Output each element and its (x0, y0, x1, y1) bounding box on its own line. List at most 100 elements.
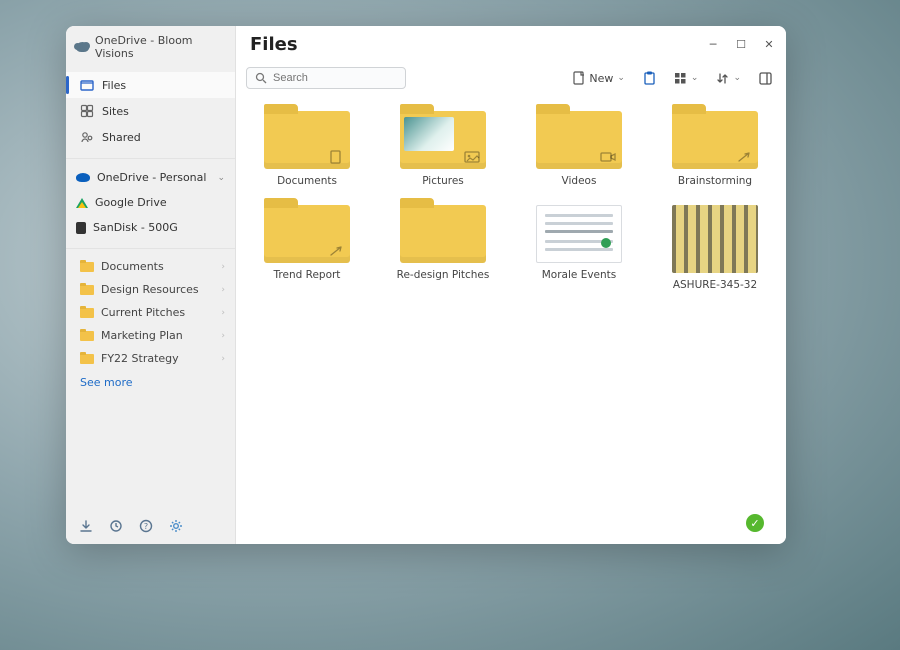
item-label: ASHURE-345-32 (673, 279, 757, 291)
item-trend-report[interactable]: Trend Report (246, 205, 368, 291)
content-pane: Files ─ ☐ ✕ New ⌄ (236, 26, 786, 544)
shared-icon (80, 130, 94, 144)
sidebar-footer: ? (66, 508, 235, 544)
settings-icon[interactable] (168, 518, 184, 534)
qf-design-resources[interactable]: Design Resources› (66, 278, 235, 301)
nav-files[interactable]: Files (66, 72, 235, 98)
svg-text:?: ? (144, 522, 148, 531)
maximize-button[interactable]: ☐ (734, 38, 748, 51)
nav-shared[interactable]: Shared (66, 124, 235, 150)
folder-icon (80, 308, 94, 318)
chevron-down-icon: ⌄ (617, 73, 625, 83)
folder-label: Design Resources (101, 283, 199, 296)
item-pictures[interactable]: Pictures (382, 111, 504, 187)
view-button[interactable]: ⌄ (670, 69, 703, 88)
folder-label: Current Pitches (101, 306, 185, 319)
account-label: SanDisk - 500G (93, 221, 178, 234)
item-morale-events[interactable]: Morale Events (518, 205, 640, 291)
folder-icon (80, 331, 94, 341)
chevron-right-icon: › (221, 308, 225, 318)
chevron-down-icon: ⌄ (733, 73, 741, 83)
minimize-button[interactable]: ─ (706, 38, 720, 51)
item-label: Pictures (422, 175, 464, 187)
account-label: OneDrive - Personal (97, 171, 206, 184)
qf-marketing-plan[interactable]: Marketing Plan › (66, 324, 235, 347)
titlebar: Files ─ ☐ ✕ (236, 26, 786, 63)
folder-label: Marketing Plan (101, 329, 183, 342)
image-thumbnail (672, 205, 758, 273)
doc-overlay-icon (328, 150, 344, 164)
toolbar-actions: New ⌄ ⌄ ⌄ (569, 68, 776, 88)
see-more-link[interactable]: See more (66, 370, 235, 395)
search-input[interactable] (273, 72, 415, 84)
sort-icon (716, 72, 729, 85)
chevron-down-icon: ⌄ (217, 173, 225, 183)
download-icon[interactable] (78, 518, 94, 534)
search-icon (255, 72, 267, 84)
chevron-right-icon: › (221, 331, 225, 341)
item-redesign-pitches[interactable]: Re-design Pitches (382, 205, 504, 291)
item-brainstorming[interactable]: Brainstorming (654, 111, 776, 187)
item-label: Re-design Pitches (397, 269, 490, 281)
account-label: Google Drive (95, 196, 167, 209)
item-label: Trend Report (274, 269, 341, 281)
account-title: OneDrive - Bloom Visions (95, 34, 225, 60)
video-overlay-icon (600, 150, 616, 164)
folder-icon (400, 205, 486, 263)
folder-icon (400, 111, 486, 169)
chevron-right-icon: › (221, 354, 225, 364)
account-header[interactable]: OneDrive - Bloom Visions (66, 26, 235, 68)
account-google-drive[interactable]: Google Drive (66, 190, 235, 215)
item-videos[interactable]: Videos (518, 111, 640, 187)
sync-status-icon[interactable]: ✓ (746, 514, 764, 532)
gdrive-icon (76, 198, 88, 208)
nav-sites[interactable]: Sites (66, 98, 235, 124)
nav-list: Files Sites Shared (66, 68, 235, 154)
account-sandisk[interactable]: SanDisk - 500G (66, 215, 235, 240)
item-label: Videos (562, 175, 597, 187)
share-overlay-icon (736, 150, 752, 164)
details-icon (759, 72, 772, 85)
folder-label: FY22 Strategy (101, 352, 179, 365)
close-button[interactable]: ✕ (762, 38, 776, 51)
folder-icon (672, 111, 758, 169)
sort-button[interactable]: ⌄ (712, 69, 745, 88)
quick-folders: Documents› Design Resources› Current Pit… (66, 248, 235, 399)
document-thumbnail (536, 205, 622, 263)
search-box[interactable] (246, 67, 406, 89)
pic-overlay-icon (464, 150, 480, 164)
qf-fy22-strategy[interactable]: FY22 Strategy › (66, 347, 235, 370)
document-icon (573, 71, 585, 85)
item-documents[interactable]: Documents (246, 111, 368, 187)
item-ashure[interactable]: ASHURE-345-32 (654, 205, 776, 291)
help-icon[interactable]: ? (138, 518, 154, 534)
account-onedrive-personal[interactable]: OneDrive - Personal ⌄ (66, 165, 235, 190)
folder-icon (264, 111, 350, 169)
nav-label: Shared (102, 131, 141, 144)
nav-label: Files (102, 79, 126, 92)
window-controls: ─ ☐ ✕ (706, 38, 776, 51)
details-pane-button[interactable] (755, 69, 776, 88)
grid-view-icon (674, 72, 687, 85)
nav-label: Sites (102, 105, 129, 118)
folder-icon (80, 285, 94, 295)
share-overlay-icon (328, 244, 344, 258)
items-grid: Documents Pictures Videos Brainstorming … (236, 97, 786, 305)
toolbar: New ⌄ ⌄ ⌄ (236, 63, 786, 97)
folder-icon (80, 262, 94, 272)
files-icon (80, 78, 94, 92)
qf-documents[interactable]: Documents › (66, 255, 235, 278)
sites-icon (80, 104, 94, 118)
folder-icon (80, 354, 94, 364)
chevron-right-icon: › (221, 262, 225, 272)
usb-drive-icon (76, 222, 86, 234)
chevron-down-icon: ⌄ (691, 73, 699, 83)
new-label: New (589, 72, 613, 85)
item-label: Documents (277, 175, 337, 187)
paste-button[interactable] (639, 68, 660, 88)
refresh-icon[interactable] (108, 518, 124, 534)
new-button[interactable]: New ⌄ (569, 68, 629, 88)
page-title: Files (246, 34, 298, 55)
qf-current-pitches[interactable]: Current Pitches › (66, 301, 235, 324)
folder-label: Documents (101, 260, 164, 273)
